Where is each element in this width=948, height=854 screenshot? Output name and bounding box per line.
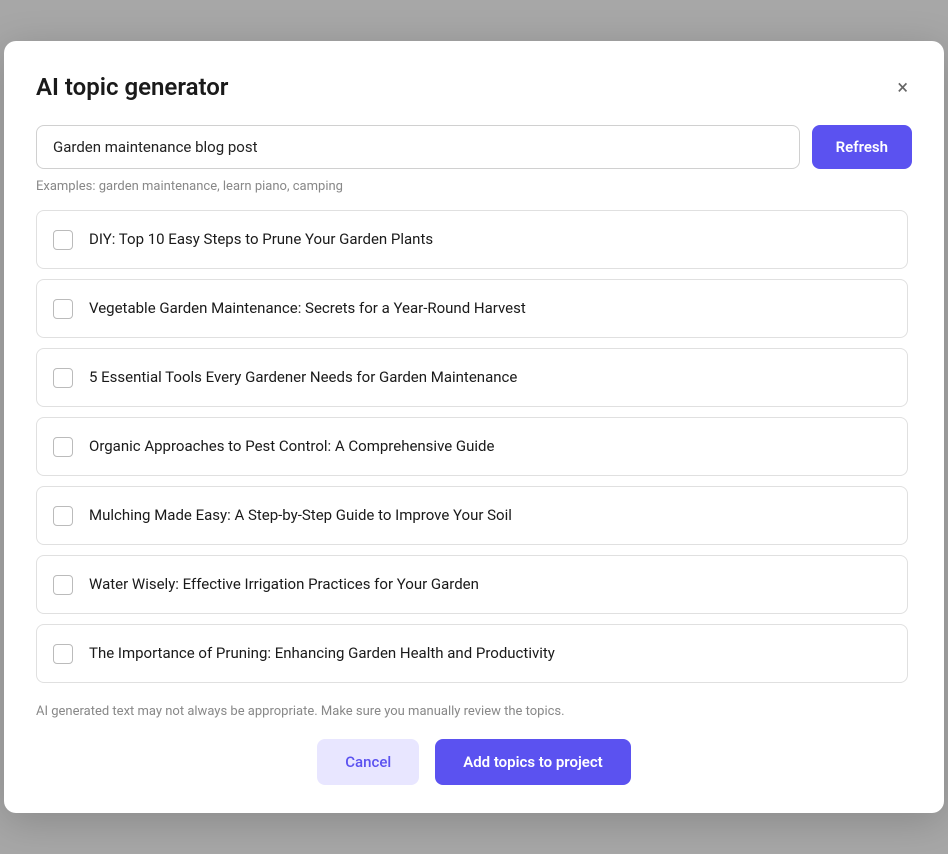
modal-header: AI topic generator × xyxy=(36,73,912,101)
close-button[interactable]: × xyxy=(893,73,912,101)
topic-checkbox-7[interactable] xyxy=(53,644,73,664)
topic-item[interactable]: The Importance of Pruning: Enhancing Gar… xyxy=(36,624,908,683)
topic-label-1: DIY: Top 10 Easy Steps to Prune Your Gar… xyxy=(89,229,433,250)
topic-checkbox-4[interactable] xyxy=(53,437,73,457)
refresh-button[interactable]: Refresh xyxy=(812,125,912,169)
topic-label-6: Water Wisely: Effective Irrigation Pract… xyxy=(89,574,479,595)
cancel-button[interactable]: Cancel xyxy=(317,739,419,785)
disclaimer-text: AI generated text may not always be appr… xyxy=(36,704,912,719)
topic-item[interactable]: DIY: Top 10 Easy Steps to Prune Your Gar… xyxy=(36,210,908,269)
topic-label-7: The Importance of Pruning: Enhancing Gar… xyxy=(89,643,555,664)
modal-footer: Cancel Add topics to project xyxy=(36,739,912,785)
topic-item[interactable]: 5 Essential Tools Every Gardener Needs f… xyxy=(36,348,908,407)
topics-list-wrapper: DIY: Top 10 Easy Steps to Prune Your Gar… xyxy=(36,210,912,690)
topic-checkbox-6[interactable] xyxy=(53,575,73,595)
topic-item[interactable]: Mulching Made Easy: A Step-by-Step Guide… xyxy=(36,486,908,545)
topic-checkbox-3[interactable] xyxy=(53,368,73,388)
topic-label-4: Organic Approaches to Pest Control: A Co… xyxy=(89,436,494,457)
topic-checkbox-1[interactable] xyxy=(53,230,73,250)
modal-overlay: AI topic generator × Refresh Examples: g… xyxy=(0,0,948,854)
topic-checkbox-2[interactable] xyxy=(53,299,73,319)
topic-checkbox-5[interactable] xyxy=(53,506,73,526)
topic-item[interactable]: Water Wisely: Effective Irrigation Pract… xyxy=(36,555,908,614)
topic-label-3: 5 Essential Tools Every Gardener Needs f… xyxy=(89,367,517,388)
topic-label-2: Vegetable Garden Maintenance: Secrets fo… xyxy=(89,298,526,319)
topics-list[interactable]: DIY: Top 10 Easy Steps to Prune Your Gar… xyxy=(36,210,912,690)
topic-item[interactable]: Vegetable Garden Maintenance: Secrets fo… xyxy=(36,279,908,338)
ai-topic-generator-modal: AI topic generator × Refresh Examples: g… xyxy=(4,41,944,813)
topic-item[interactable]: Organic Approaches to Pest Control: A Co… xyxy=(36,417,908,476)
search-input[interactable] xyxy=(36,125,800,169)
add-topics-button[interactable]: Add topics to project xyxy=(435,739,631,785)
topic-label-5: Mulching Made Easy: A Step-by-Step Guide… xyxy=(89,505,512,526)
examples-text: Examples: garden maintenance, learn pian… xyxy=(36,179,912,194)
search-row: Refresh xyxy=(36,125,912,169)
modal-title: AI topic generator xyxy=(36,73,228,101)
